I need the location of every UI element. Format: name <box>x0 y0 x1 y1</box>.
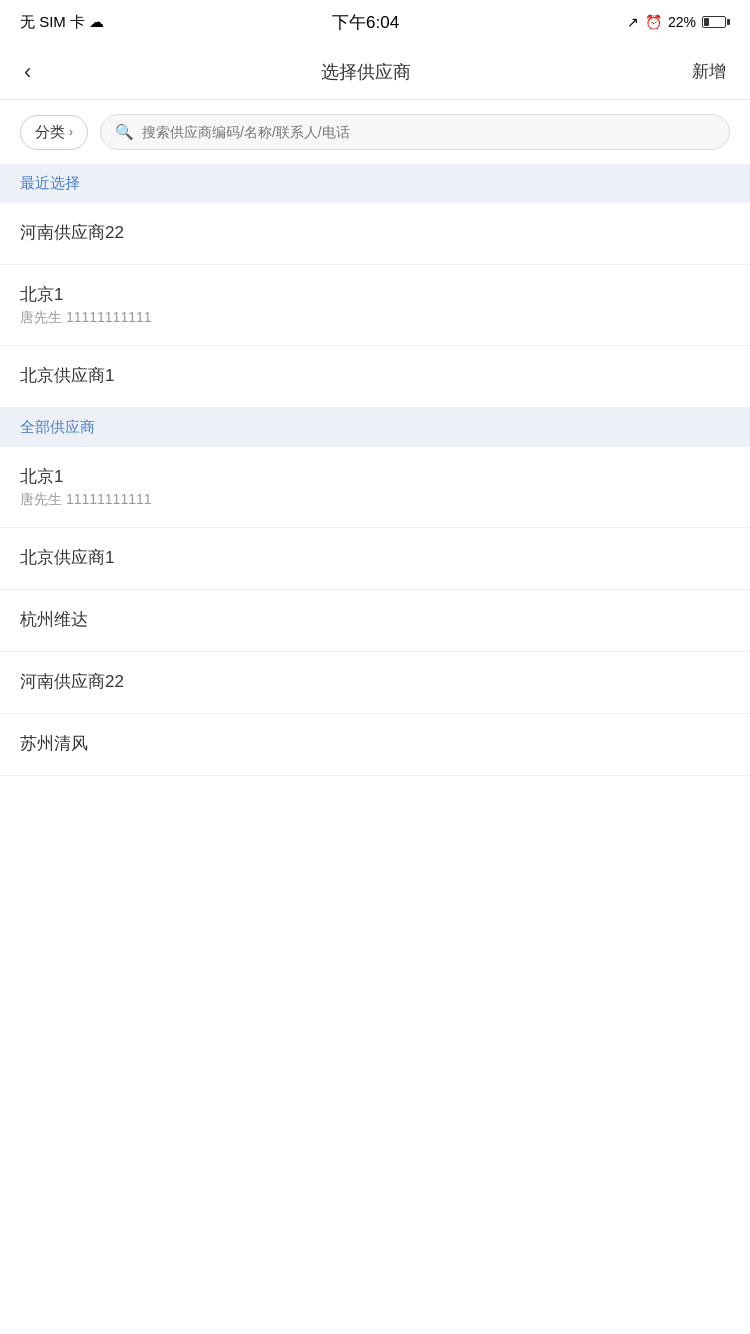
list-item[interactable]: 苏州清风 <box>0 714 750 776</box>
category-label: 分类 <box>35 123 65 142</box>
battery-percent: 22% <box>668 14 696 30</box>
item-name: 河南供应商22 <box>20 221 730 244</box>
item-detail: 唐先生 11111111111 <box>20 491 730 509</box>
search-box[interactable]: 🔍 <box>100 114 730 150</box>
item-name: 杭州维达 <box>20 608 730 631</box>
item-name: 北京1 <box>20 283 730 306</box>
item-name: 北京供应商1 <box>20 364 730 387</box>
add-button[interactable]: 新增 <box>692 60 726 83</box>
search-icon: 🔍 <box>115 123 134 141</box>
recent-section-label: 最近选择 <box>20 174 80 191</box>
location-icon <box>627 14 639 30</box>
list-item[interactable]: 北京供应商1 <box>0 528 750 590</box>
list-item[interactable]: 河南供应商22 <box>0 652 750 714</box>
page-title: 选择供应商 <box>321 60 411 84</box>
category-button[interactable]: 分类 › <box>20 115 88 150</box>
chevron-right-icon: › <box>69 125 73 139</box>
list-item[interactable]: 北京供应商1 <box>0 346 750 408</box>
search-input[interactable] <box>142 124 715 140</box>
recent-items-list: 河南供应商22 北京1 唐先生 11111111111 北京供应商1 <box>0 203 750 408</box>
sim-status: 无 SIM 卡 ☁ <box>20 13 104 32</box>
item-detail: 唐先生 11111111111 <box>20 309 730 327</box>
item-name: 河南供应商22 <box>20 670 730 693</box>
status-time: 下午6:04 <box>332 11 399 34</box>
all-section-header: 全部供应商 <box>0 408 750 447</box>
list-item[interactable]: 杭州维达 <box>0 590 750 652</box>
list-item[interactable]: 北京1 唐先生 11111111111 <box>0 265 750 346</box>
alarm-icon <box>645 14 662 30</box>
recent-section-header: 最近选择 <box>0 164 750 203</box>
item-name: 北京1 <box>20 465 730 488</box>
battery-icon <box>702 16 730 28</box>
nav-bar: ‹ 选择供应商 新增 <box>0 44 750 100</box>
status-right: 22% <box>627 14 730 30</box>
list-item[interactable]: 河南供应商22 <box>0 203 750 265</box>
all-section-label: 全部供应商 <box>20 418 95 435</box>
all-items-list: 北京1 唐先生 11111111111 北京供应商1 杭州维达河南供应商22 苏州清风 <box>0 447 750 776</box>
item-name: 苏州清风 <box>20 732 730 755</box>
status-bar: 无 SIM 卡 ☁ 下午6:04 22% <box>0 0 750 44</box>
filter-bar: 分类 › 🔍 <box>0 100 750 164</box>
item-name: 北京供应商1 <box>20 546 730 569</box>
back-button[interactable]: ‹ <box>16 51 39 93</box>
list-item[interactable]: 北京1 唐先生 11111111111 <box>0 447 750 528</box>
status-left: 无 SIM 卡 ☁ <box>20 13 104 32</box>
